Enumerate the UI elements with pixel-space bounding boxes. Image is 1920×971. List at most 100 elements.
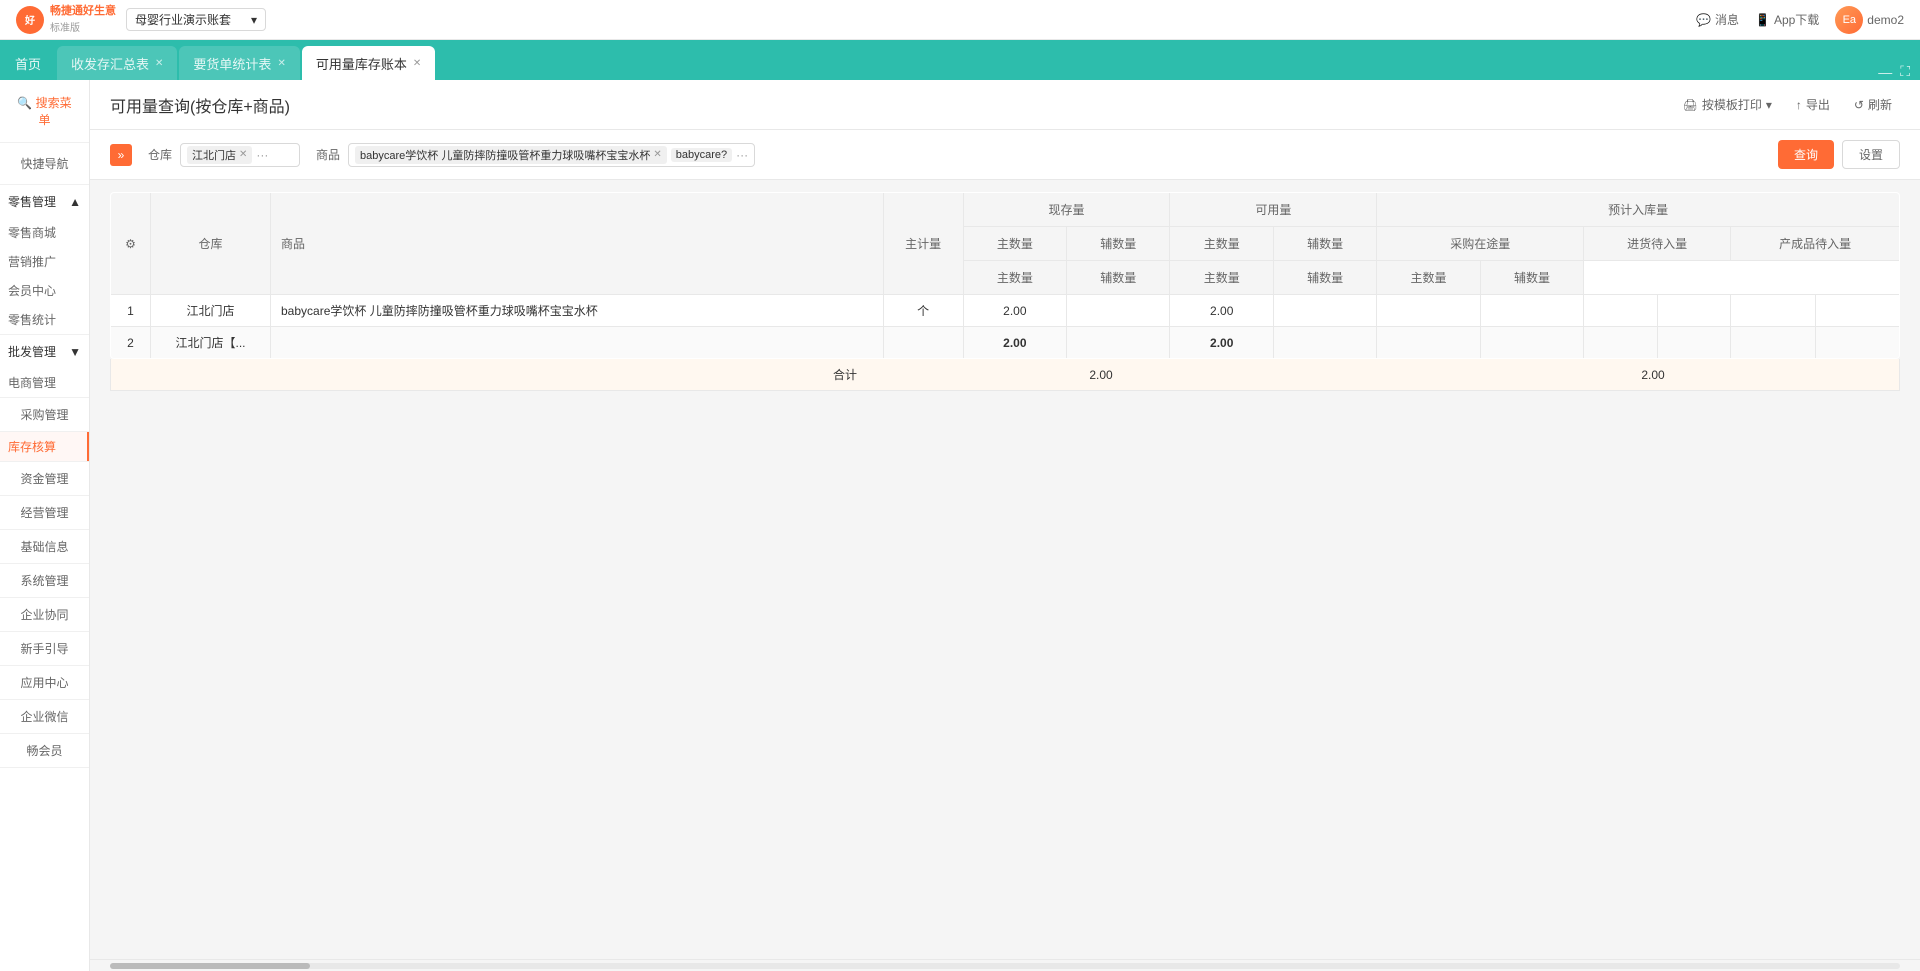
tab-minimize-icon[interactable]: — xyxy=(1878,64,1892,80)
sidebar-item-apps[interactable]: 应用中心 xyxy=(0,666,89,699)
col-product-header: 商品 xyxy=(271,193,884,295)
sidebar-item-purchase[interactable]: 采购管理 xyxy=(0,398,89,431)
chevron-down-icon3: ▾ xyxy=(1766,98,1772,112)
sidebar-item-retail-mall[interactable]: 零售商城 xyxy=(0,218,89,247)
col-purchase-main: 主数量 xyxy=(963,261,1066,295)
warehouse-tag: 江北门店 ✕ xyxy=(187,146,252,164)
export-label: 导出 xyxy=(1806,96,1830,113)
message-button[interactable]: 💬 消息 xyxy=(1696,11,1739,28)
message-label: 消息 xyxy=(1715,11,1739,28)
tab-expand-icon[interactable]: ⛶ xyxy=(1900,63,1910,80)
sidebar-item-guide[interactable]: 新手引导 xyxy=(0,632,89,665)
industry-selector[interactable]: 母婴行业演示账套 ▾ xyxy=(126,8,266,31)
sidebar-item-stock[interactable]: 库存核算 xyxy=(0,432,89,461)
row1-production-main xyxy=(1731,295,1815,327)
tab-receive-summary-label: 收发存汇总表 xyxy=(71,54,149,73)
row2-purchase-aux xyxy=(1480,327,1583,359)
page-actions: 🖨 按模板打印 ▾ ↑ 导出 ↺ 刷新 xyxy=(1675,92,1900,117)
sidebar-item-quick-nav[interactable]: 快捷导航 xyxy=(0,147,89,180)
row1-arriving-main xyxy=(1584,295,1657,327)
row2-arriving-aux xyxy=(1657,327,1731,359)
sidebar-item-ops[interactable]: 经营管理 xyxy=(0,496,89,529)
product-filter-input[interactable]: babycare学饮杯 儿童防摔防撞吸管杯重力球吸嘴杯宝宝水杯 ✕ babyca… xyxy=(348,143,755,167)
footer-label: 合计 xyxy=(833,366,857,383)
row2-production-main xyxy=(1731,327,1815,359)
tab-receive-summary[interactable]: 收发存汇总表 ✕ xyxy=(57,46,177,80)
warehouse-tag-close[interactable]: ✕ xyxy=(239,149,247,160)
search-menu-label: 搜索菜单 xyxy=(36,96,72,127)
sidebar-section-wholesale: 批发管理 ▼ 电商管理 xyxy=(0,335,89,398)
sidebar-item-system[interactable]: 系统管理 xyxy=(0,564,89,597)
scroll-thumb[interactable] xyxy=(110,963,310,969)
tab-order-stats-label: 要货单统计表 xyxy=(193,54,271,73)
col-warehouse-header: 仓库 xyxy=(151,193,271,295)
sidebar-section-member: 畅会员 xyxy=(0,734,89,768)
sidebar-item-ecommerce[interactable]: 电商管理 xyxy=(0,368,89,397)
brand-name: 畅捷通好生意 xyxy=(50,5,116,18)
refresh-button[interactable]: ↺ 刷新 xyxy=(1846,92,1900,117)
sidebar-item-wechat[interactable]: 企业微信 xyxy=(0,700,89,733)
col-production-aux: 辅数量 xyxy=(1480,261,1583,295)
warehouse-filter-ellipsis[interactable]: ··· xyxy=(256,148,268,162)
message-icon: 💬 xyxy=(1696,13,1711,27)
product-tag-2: babycare? xyxy=(671,148,732,162)
sidebar-item-finance[interactable]: 资金管理 xyxy=(0,462,89,495)
top-bar-right: 💬 消息 📱 App下载 Ea demo2 xyxy=(1696,6,1904,34)
tab-available-stock[interactable]: 可用量库存账本 ✕ xyxy=(302,46,435,80)
sidebar-wholesale-header[interactable]: 批发管理 ▼ xyxy=(0,335,89,368)
brand-sub: 标准版 xyxy=(50,19,116,34)
print-icon: 🖨 xyxy=(1683,98,1698,112)
print-template-button[interactable]: 🖨 按模板打印 ▾ xyxy=(1675,92,1780,117)
content-area: 可用量查询(按仓库+商品) 🖨 按模板打印 ▾ ↑ 导出 ↺ 刷新 » xyxy=(90,80,1920,971)
sidebar-retail-header[interactable]: 零售管理 ▲ xyxy=(0,185,89,218)
table-footer: 合计 2.00 2.00 xyxy=(110,359,1900,391)
tab-order-stats-close[interactable]: ✕ xyxy=(277,58,285,69)
col-arriving-main: 主数量 xyxy=(1170,261,1273,295)
sidebar-item-retail-stats[interactable]: 零售统计 xyxy=(0,305,89,334)
search-menu-button[interactable]: 🔍 搜索菜单 xyxy=(8,90,81,132)
user-menu[interactable]: Ea demo2 xyxy=(1835,6,1904,34)
sidebar-item-member[interactable]: 畅会员 xyxy=(0,734,89,767)
export-button[interactable]: ↑ 导出 xyxy=(1788,92,1838,117)
query-button[interactable]: 查询 xyxy=(1778,140,1834,169)
tab-receive-summary-close[interactable]: ✕ xyxy=(155,58,163,69)
sidebar-item-basic[interactable]: 基础信息 xyxy=(0,530,89,563)
download-label: App下载 xyxy=(1774,11,1819,28)
app-download-button[interactable]: 📱 App下载 xyxy=(1755,11,1819,28)
col-purchase-aux: 辅数量 xyxy=(1067,261,1170,295)
col-settings-header[interactable]: ⚙ xyxy=(111,193,151,295)
tab-bar-actions: — ⛶ xyxy=(1868,63,1920,80)
sidebar-section-purchase: 采购管理 xyxy=(0,398,89,432)
sidebar-item-marketing[interactable]: 营销推广 xyxy=(0,247,89,276)
filter-expand-button[interactable]: » xyxy=(110,144,132,166)
tab-home[interactable]: 首页 xyxy=(1,46,55,80)
tab-order-stats[interactable]: 要货单统计表 ✕ xyxy=(179,46,299,80)
row1-stock-aux xyxy=(1067,295,1170,327)
sidebar-item-collab[interactable]: 企业协同 xyxy=(0,598,89,631)
sidebar-item-member-center[interactable]: 会员中心 xyxy=(0,276,89,305)
refresh-label: 刷新 xyxy=(1868,96,1892,113)
settings-button[interactable]: 设置 xyxy=(1842,140,1900,169)
col-avail-main-header: 主数量 xyxy=(1170,227,1273,261)
product-tag-2-text: babycare? xyxy=(676,149,727,161)
download-icon: 📱 xyxy=(1755,13,1770,27)
row2-warehouse: 江北门店【... xyxy=(151,327,271,359)
row2-stock-main: 2.00 xyxy=(963,327,1066,359)
sidebar-section-finance: 资金管理 xyxy=(0,462,89,496)
row1-avail-aux xyxy=(1273,295,1376,327)
sidebar-section-apps: 应用中心 xyxy=(0,666,89,700)
row2-avail-main: 2.00 xyxy=(1170,327,1273,359)
product-tag-1-close[interactable]: ✕ xyxy=(653,149,661,160)
product-filter-ellipsis[interactable]: ··· xyxy=(736,148,748,162)
col-stock-main-header: 主数量 xyxy=(963,227,1066,261)
tab-available-stock-close[interactable]: ✕ xyxy=(413,58,421,69)
warehouse-filter-input[interactable]: 江北门店 ✕ ··· xyxy=(180,143,300,167)
filter-area: » 仓库 江北门店 ✕ ··· 商品 babycare学饮杯 儿童防摔防撞吸管杯… xyxy=(90,130,1920,180)
col-arriving-aux: 辅数量 xyxy=(1273,261,1376,295)
main-layout: 🔍 搜索菜单 快捷导航 零售管理 ▲ 零售商城 营销推广 会员中心 零售统计 批… xyxy=(0,80,1920,971)
filter-actions: 查询 设置 xyxy=(1778,140,1900,169)
product-tag-1: babycare学饮杯 儿童防摔防撞吸管杯重力球吸嘴杯宝宝水杯 ✕ xyxy=(355,146,667,164)
sidebar-section-stock: 库存核算 xyxy=(0,432,89,462)
row1-warehouse: 江北门店 xyxy=(151,295,271,327)
horizontal-scrollbar[interactable] xyxy=(90,959,1920,971)
